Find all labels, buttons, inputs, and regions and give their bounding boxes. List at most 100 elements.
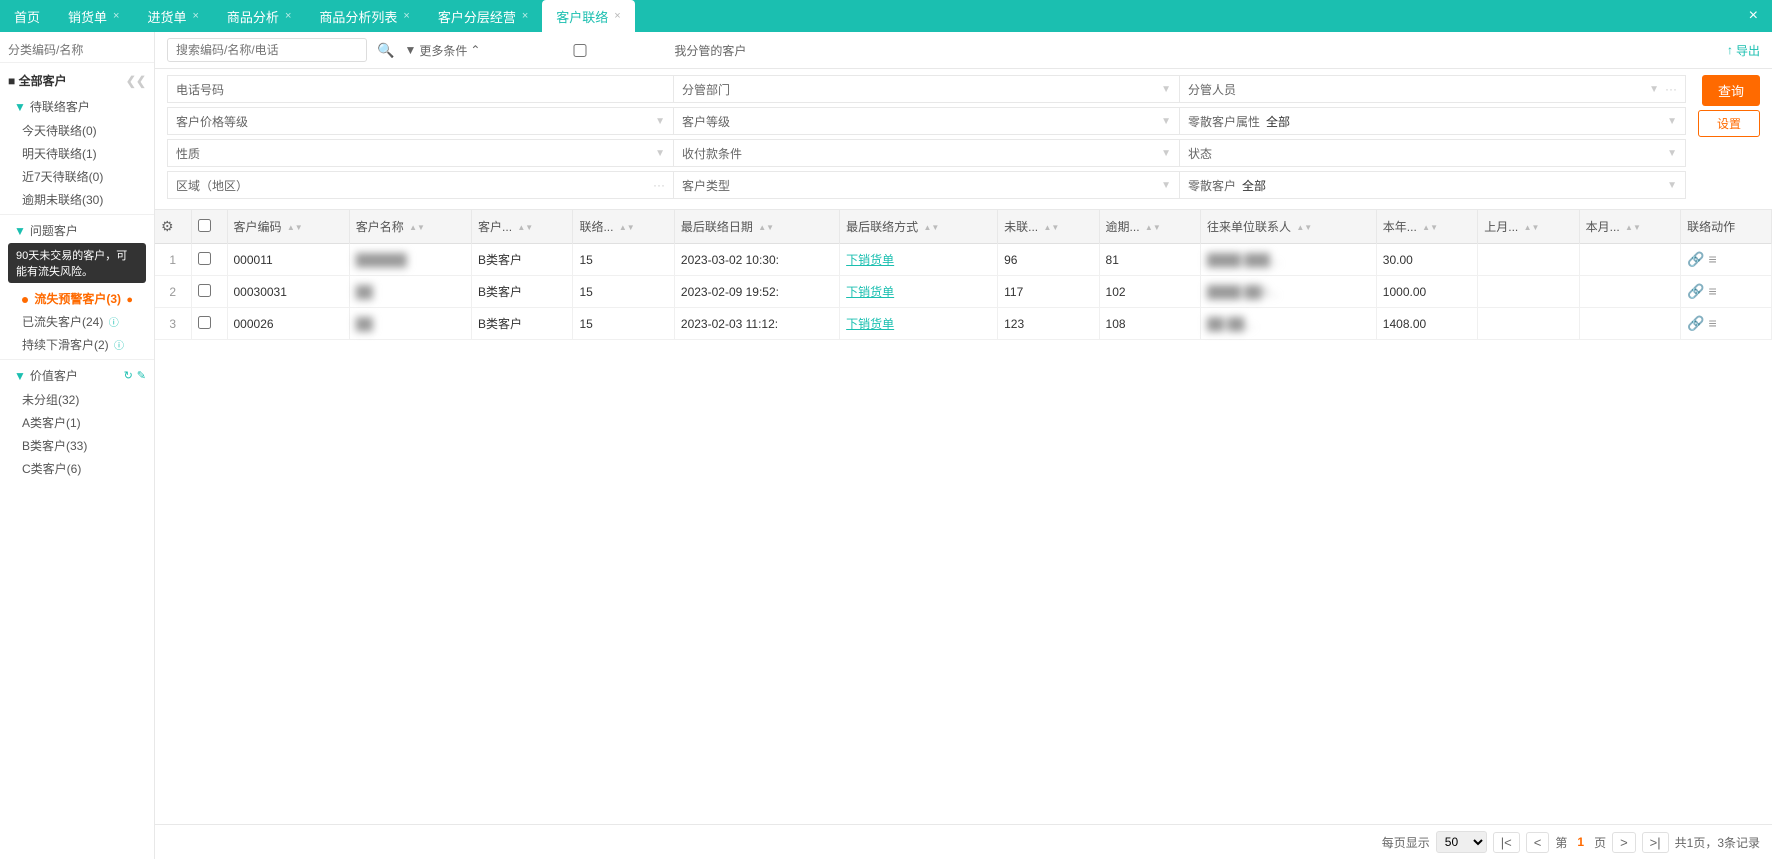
action-menu-icon-2[interactable]: ≡ xyxy=(1709,315,1717,332)
payment-select[interactable]: ▼ xyxy=(748,148,1171,159)
value-edit-icon[interactable]: ✎ xyxy=(137,369,146,382)
retail-attr-select[interactable]: 全部 ▼ xyxy=(1266,113,1677,130)
tab-analysis-list-close[interactable]: × xyxy=(403,10,409,22)
price-level-select[interactable]: ▼ xyxy=(254,116,665,127)
filter-nature: 性质 ▼ xyxy=(167,139,673,167)
person-select[interactable]: ▼ xyxy=(1242,84,1659,95)
sidebar-search-input[interactable] xyxy=(8,43,155,57)
sidebar-item-today[interactable]: 今天待联络(0) xyxy=(0,119,154,142)
search-input[interactable] xyxy=(167,38,367,62)
uncontacted-sort-icon[interactable]: ▲▼ xyxy=(1043,223,1059,232)
sidebar-item-class-a[interactable]: A类客户(1) xyxy=(0,411,154,434)
payment-label: 收付款条件 xyxy=(682,145,742,162)
sidebar-item-declining[interactable]: 持续下滑客户(2) ⓘ xyxy=(0,333,154,356)
action-menu-icon-0[interactable]: ≡ xyxy=(1709,251,1717,268)
th-name: 客户名称 ▲▼ xyxy=(349,210,471,244)
sidebar-item-already-churned[interactable]: 已流失客户(24) ⓘ xyxy=(0,310,154,333)
search-button[interactable]: 🔍 xyxy=(377,42,394,59)
window-close-button[interactable]: × xyxy=(1735,7,1772,25)
person-label: 分管人员 xyxy=(1188,81,1236,98)
sidebar-item-ungrouped[interactable]: 未分组(32) xyxy=(0,388,154,411)
tab-home[interactable]: 首页 xyxy=(0,0,54,32)
last-method-sort-icon[interactable]: ▲▼ xyxy=(924,223,940,232)
row-select-0[interactable] xyxy=(198,252,211,265)
tab-analysis-close[interactable]: × xyxy=(285,10,291,22)
name-sort-icon[interactable]: ▲▼ xyxy=(409,223,425,232)
retail-select[interactable]: 全部 ▼ xyxy=(1242,177,1677,194)
export-button[interactable]: ↑ 导出 xyxy=(1727,42,1760,59)
tab-customer-link[interactable]: 客户联络 × xyxy=(542,0,634,32)
status-select[interactable]: ▼ xyxy=(1218,148,1677,159)
row-select-2[interactable] xyxy=(198,316,211,329)
all-customers-header[interactable]: ■ 全部客户 ❮❮ xyxy=(0,67,154,94)
sidebar-section-value[interactable]: ▼ 价值客户 ↻ ✎ xyxy=(0,363,154,388)
tab-analysis-list[interactable]: 商品分析列表 × xyxy=(305,0,423,32)
my-customers-checkbox[interactable] xyxy=(490,44,670,57)
sidebar-item-class-b[interactable]: B类客户(33) xyxy=(0,434,154,457)
row-overdue-1: 102 xyxy=(1099,276,1200,308)
tab-purchase[interactable]: 进货单 × xyxy=(133,0,212,32)
region-dots[interactable]: ··· xyxy=(653,178,665,192)
phone-input[interactable] xyxy=(230,82,665,96)
row-last-method-0[interactable]: 下销货单 xyxy=(840,244,998,276)
action-link-icon-2[interactable]: 🔗 xyxy=(1687,315,1704,332)
sidebar-item-7days[interactable]: 近7天待联络(0) xyxy=(0,165,154,188)
row-num-2: 3 xyxy=(155,308,191,340)
per-page-select[interactable]: 50 100 xyxy=(1436,831,1487,853)
row-last-method-1[interactable]: 下销货单 xyxy=(840,276,998,308)
query-button[interactable]: 查询 xyxy=(1702,75,1760,106)
th-uncontacted-label: 未联... xyxy=(1004,220,1038,234)
export-icon: ↑ xyxy=(1727,43,1733,57)
this-year-sort-icon[interactable]: ▲▼ xyxy=(1422,223,1438,232)
sidebar-item-churn-warning[interactable]: 流失预警客户(3) ● xyxy=(0,287,154,310)
tab-purchase-close[interactable]: × xyxy=(192,10,198,22)
last-month-sort-icon[interactable]: ▲▼ xyxy=(1524,223,1540,232)
sidebar-item-overdue[interactable]: 逾期未联络(30) xyxy=(0,188,154,211)
select-all-checkbox[interactable] xyxy=(198,219,211,232)
last-date-sort-icon[interactable]: ▲▼ xyxy=(758,223,774,232)
customer-level-select[interactable]: ▼ xyxy=(736,116,1171,127)
sidebar-item-tomorrow[interactable]: 明天待联络(1) xyxy=(0,142,154,165)
code-sort-icon[interactable]: ▲▼ xyxy=(287,223,303,232)
action-link-icon-1[interactable]: 🔗 xyxy=(1687,283,1704,300)
value-refresh-icon[interactable]: ↻ xyxy=(124,369,133,382)
sidebar-item-class-c[interactable]: C类客户(6) xyxy=(0,457,154,480)
more-conditions-button[interactable]: ▼ 更多条件 ⌃ xyxy=(404,42,480,59)
sidebar-divider-2 xyxy=(0,359,154,360)
tab-customer-tier-close[interactable]: × xyxy=(522,10,528,22)
my-customers-checkbox-label[interactable]: 我分管的客户 xyxy=(490,42,746,59)
tab-sales[interactable]: 销货单 × xyxy=(54,0,133,32)
action-link-icon-0[interactable]: 🔗 xyxy=(1687,251,1704,268)
row-this-month-0 xyxy=(1579,244,1680,276)
tab-sales-close[interactable]: × xyxy=(113,10,119,22)
sidebar-section-churn[interactable]: ▼ 问题客户 xyxy=(0,218,154,243)
row-name-0: ██████ xyxy=(349,244,471,276)
person-dots[interactable]: ··· xyxy=(1665,82,1677,96)
next-page-button[interactable]: > xyxy=(1612,832,1636,853)
first-page-button[interactable]: |< xyxy=(1493,832,1520,853)
tab-analysis[interactable]: 商品分析 × xyxy=(213,0,305,32)
row-this-year-1: 1000.00 xyxy=(1376,276,1477,308)
row-uncontacted-2: 123 xyxy=(998,308,1099,340)
this-month-sort-icon[interactable]: ▲▼ xyxy=(1625,223,1641,232)
customer-type-select[interactable]: ▼ xyxy=(736,180,1171,191)
info-icon-churned: ⓘ xyxy=(109,318,119,329)
action-menu-icon-1[interactable]: ≡ xyxy=(1709,283,1717,300)
prev-page-button[interactable]: < xyxy=(1526,832,1550,853)
dept-select[interactable]: ▼ xyxy=(736,84,1171,95)
setting-button[interactable]: 设置 xyxy=(1698,110,1760,137)
contact-sort-icon[interactable]: ▲▼ xyxy=(619,223,635,232)
nature-select[interactable]: ▼ xyxy=(206,148,665,159)
payment-chevron: ▼ xyxy=(1161,148,1171,159)
overdue-sort-icon[interactable]: ▲▼ xyxy=(1145,223,1161,232)
tab-customer-link-close[interactable]: × xyxy=(614,10,620,22)
type-sort-icon[interactable]: ▲▼ xyxy=(517,223,533,232)
row-last-method-2[interactable]: 下销货单 xyxy=(840,308,998,340)
table-header-row: ⚙ 客户编码 ▲▼ 客户名称 ▲▼ xyxy=(155,210,1772,244)
company-sort-icon[interactable]: ▲▼ xyxy=(1296,223,1312,232)
row-select-1[interactable] xyxy=(198,284,211,297)
column-settings-icon[interactable]: ⚙ xyxy=(161,218,174,234)
tab-customer-tier[interactable]: 客户分层经营 × xyxy=(424,0,542,32)
last-page-button[interactable]: >| xyxy=(1642,832,1669,853)
sidebar-section-pending[interactable]: ▼ 待联络客户 xyxy=(0,94,154,119)
